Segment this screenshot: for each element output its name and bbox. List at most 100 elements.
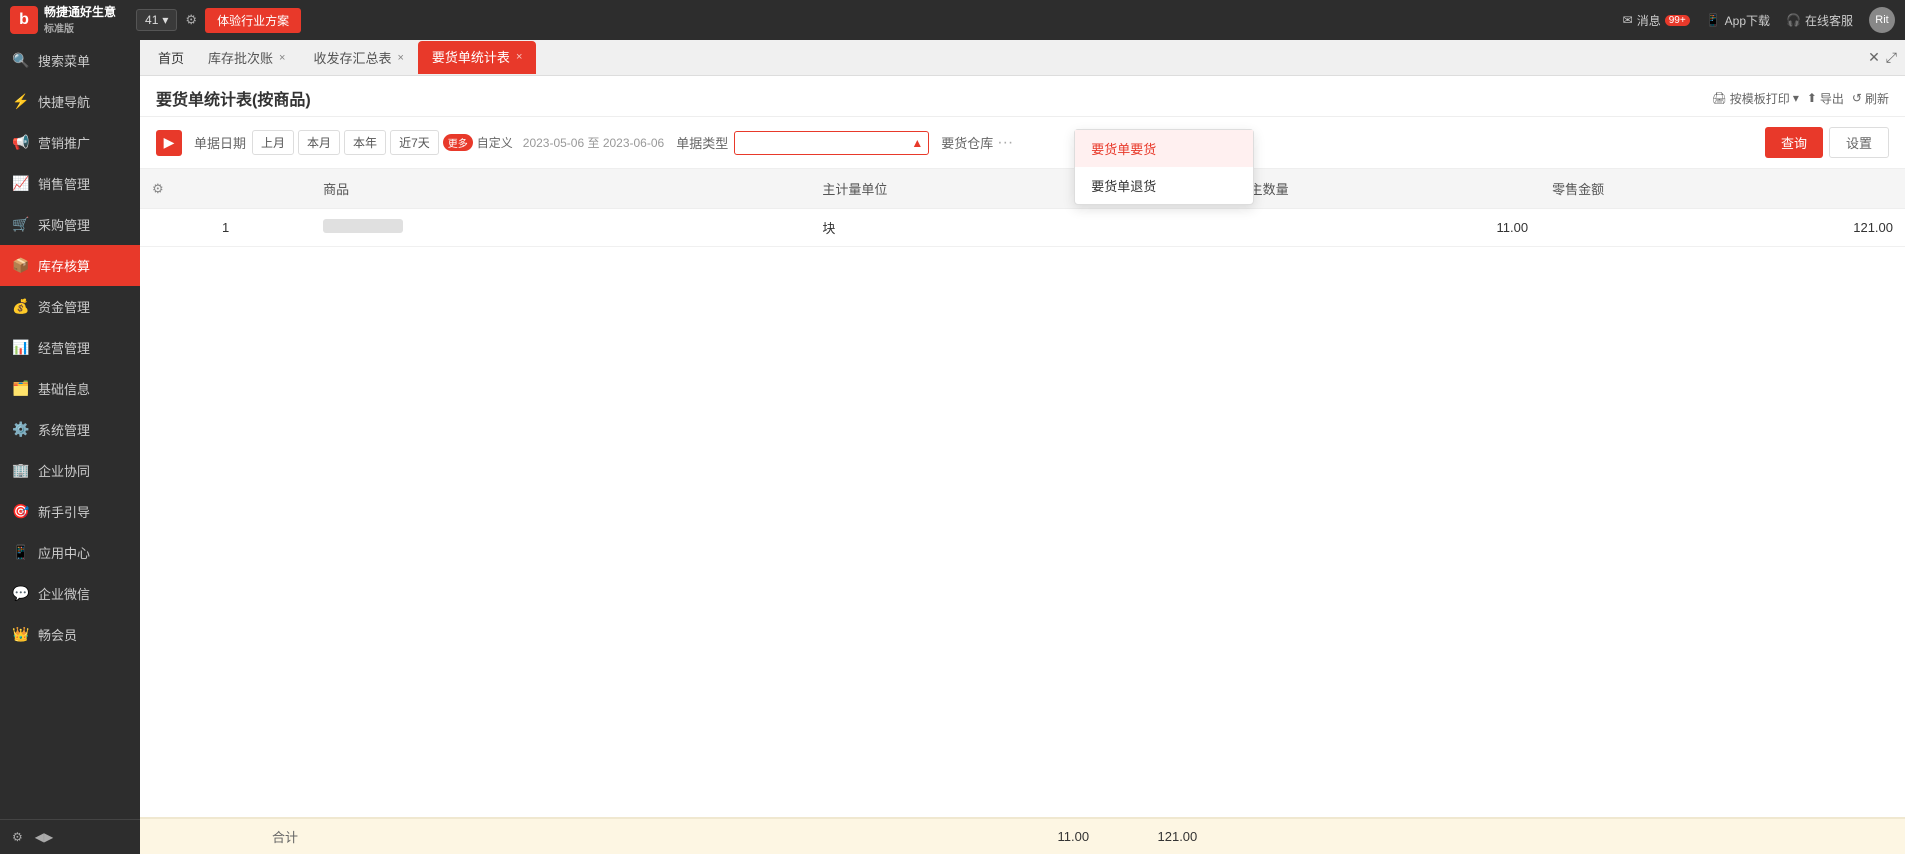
dropdown-item-order-purchase[interactable]: 要货单要货 — [1075, 130, 1253, 167]
tabs-right: ✕ ⤢ — [1868, 49, 1897, 66]
date-more-badge[interactable]: 更多 — [443, 134, 473, 151]
cell-product — [311, 209, 810, 247]
close-tab-collect-summary[interactable]: × — [397, 52, 403, 64]
cell-quantity: 11.00 — [1238, 209, 1540, 247]
sidebar-item-vip[interactable]: 👑 畅会员 — [0, 614, 140, 655]
basic-icon: 🗂️ — [12, 380, 30, 398]
sidebar-label-guide: 新手引导 — [38, 502, 90, 521]
filter-actions: 查询 设置 — [1765, 127, 1889, 158]
filter-type-group: 单据类型 ▲ 要货单要货 要货单退货 — [676, 131, 929, 155]
col-row-num: ⚙ — [140, 169, 311, 209]
marketing-icon: 📢 — [12, 134, 30, 152]
sidebar-item-wechat[interactable]: 💬 企业微信 — [0, 573, 140, 614]
dropdown-item-order-return[interactable]: 要货单退货 — [1075, 167, 1253, 204]
query-button[interactable]: 查询 — [1765, 127, 1823, 158]
message-badge: 99+ — [1665, 15, 1690, 26]
tab-inventory-batch[interactable]: 库存批次账 × — [194, 42, 299, 73]
type-dropdown-arrow[interactable]: ▲ — [911, 136, 923, 150]
sidebar-label-operations: 经营管理 — [38, 338, 90, 357]
type-dropdown: 要货单要货 要货单退货 — [1074, 129, 1254, 205]
sidebar-item-search[interactable]: 🔍 搜索菜单 — [0, 40, 140, 81]
col-amount: 零售金额 — [1540, 169, 1905, 209]
filter-more-icon[interactable]: ··· — [997, 134, 1013, 152]
sidebar-item-purchase[interactable]: 🛒 采购管理 — [0, 204, 140, 245]
filter-type-select-wrap: ▲ 要货单要货 要货单退货 — [734, 131, 929, 155]
print-icon: 🖨 — [1712, 91, 1727, 105]
logo-text: 畅捷通好生意 — [44, 5, 116, 19]
sidebar-item-basic[interactable]: 🗂️ 基础信息 — [0, 368, 140, 409]
sidebar-label-vip: 畅会员 — [38, 625, 77, 644]
topbar-middle: 41 ▾ ⚙ 体验行业方案 — [136, 8, 1623, 33]
sidebar-label-inventory: 库存核算 — [38, 256, 90, 275]
footer-amount: 121.00 — [1158, 829, 1258, 844]
date-this-year-btn[interactable]: 本年 — [344, 130, 386, 155]
filter-warehouse-group: 要货仓库 ··· — [941, 133, 1013, 152]
guide-icon: 🎯 — [12, 503, 30, 521]
refresh-icon: ↺ — [1852, 91, 1862, 105]
topbar-right: ✉ 消息 99+ 📱 App下载 🎧 在线客服 Rit — [1623, 7, 1895, 33]
date-buttons: 上月 本月 本年 近7天 更多 自定义 — [252, 130, 513, 155]
date-last-month-btn[interactable]: 上月 — [252, 130, 294, 155]
sidebar-item-finance[interactable]: 💰 资金管理 — [0, 286, 140, 327]
cell-unit: 块 — [810, 209, 1237, 247]
sidebar-bottom: ⚙ ◀▶ — [0, 819, 140, 854]
sidebar-item-app-center[interactable]: 📱 应用中心 — [0, 532, 140, 573]
filter-expand-button[interactable]: ▶ — [156, 130, 182, 156]
sidebar-item-quick-nav[interactable]: ⚡ 快捷导航 — [0, 81, 140, 122]
purchase-icon: 🛒 — [12, 216, 30, 234]
sidebar-item-system[interactable]: ⚙️ 系统管理 — [0, 409, 140, 450]
sidebar-item-enterprise[interactable]: 🏢 企业协同 — [0, 450, 140, 491]
close-all-tabs-icon[interactable]: ✕ — [1868, 49, 1880, 66]
cell-row-num: 1 — [140, 209, 311, 247]
chevron-down-icon: ▾ — [1793, 91, 1799, 105]
filter-type-input[interactable] — [734, 131, 929, 155]
avatar[interactable]: Rit — [1869, 7, 1895, 33]
date-range: 2023-05-06 至 2023-06-06 — [523, 134, 664, 151]
table-wrap: ⚙ 商品 主计量单位 主数量 零售金额 1 块 11.00 121.00 — [140, 169, 1905, 817]
col-quantity: 主数量 — [1238, 169, 1540, 209]
message-button[interactable]: ✉ 消息 99+ — [1623, 12, 1690, 29]
type-label: 单据类型 — [676, 133, 728, 152]
date-label: 单据日期 — [194, 133, 246, 152]
sidebar-toggle-icon[interactable]: ◀▶ — [35, 830, 53, 844]
tab-home[interactable]: 首页 — [148, 42, 194, 73]
close-tab-order-summary[interactable]: × — [516, 51, 522, 63]
inventory-icon: 📦 — [12, 257, 30, 275]
company-select[interactable]: 41 ▾ — [136, 9, 177, 31]
export-button[interactable]: ⬆ 导出 — [1807, 90, 1844, 107]
sidebar-label-finance: 资金管理 — [38, 297, 90, 316]
tab-collect-summary[interactable]: 收发存汇总表 × — [299, 42, 417, 73]
sidebar-label-search: 搜索菜单 — [38, 51, 90, 70]
sidebar-item-marketing[interactable]: 📢 营销推广 — [0, 122, 140, 163]
sidebar-item-operations[interactable]: 📊 经营管理 — [0, 327, 140, 368]
message-icon: ✉ — [1623, 13, 1633, 27]
app-download-label: App下载 — [1725, 12, 1770, 29]
online-service-button[interactable]: 🎧 在线客服 — [1786, 12, 1853, 29]
date-custom-btn[interactable]: 自定义 — [477, 134, 513, 151]
sidebar: 🔍 搜索菜单 ⚡ 快捷导航 📢 营销推广 📈 销售管理 🛒 采购管理 📦 库存核… — [0, 40, 140, 854]
data-table: ⚙ 商品 主计量单位 主数量 零售金额 1 块 11.00 121.00 — [140, 169, 1905, 247]
sidebar-item-inventory[interactable]: 📦 库存核算 — [0, 245, 140, 286]
expand-tabs-icon[interactable]: ⤢ — [1886, 49, 1897, 66]
sidebar-item-sales[interactable]: 📈 销售管理 — [0, 163, 140, 204]
settings-button[interactable]: 设置 — [1829, 127, 1889, 158]
column-settings-icon[interactable]: ⚙ — [152, 181, 164, 196]
wechat-icon: 💬 — [12, 585, 30, 603]
col-product: 商品 — [311, 169, 810, 209]
gear-icon[interactable]: ⚙ — [12, 830, 23, 844]
date-this-month-btn[interactable]: 本月 — [298, 130, 340, 155]
sidebar-label-app-center: 应用中心 — [38, 543, 90, 562]
app-download-button[interactable]: 📱 App下载 — [1706, 12, 1770, 29]
close-tab-inventory-batch[interactable]: × — [279, 52, 285, 64]
enterprise-icon: 🏢 — [12, 462, 30, 480]
refresh-button[interactable]: ↺ 刷新 — [1852, 90, 1889, 107]
tab-order-summary[interactable]: 要货单统计表 × — [418, 41, 536, 74]
page-actions: 🖨 按模板打印 ▾ ⬆ 导出 ↺ 刷新 — [1712, 90, 1889, 107]
quick-nav-icon: ⚡ — [12, 93, 30, 111]
settings-icon[interactable]: ⚙ — [185, 12, 197, 28]
date-7days-btn[interactable]: 近7天 — [390, 130, 439, 155]
trial-button[interactable]: 体验行业方案 — [205, 8, 301, 33]
sidebar-item-guide[interactable]: 🎯 新手引导 — [0, 491, 140, 532]
table-footer: 合计 11.00 121.00 — [140, 817, 1905, 854]
print-button[interactable]: 🖨 按模板打印 ▾ — [1712, 90, 1799, 107]
